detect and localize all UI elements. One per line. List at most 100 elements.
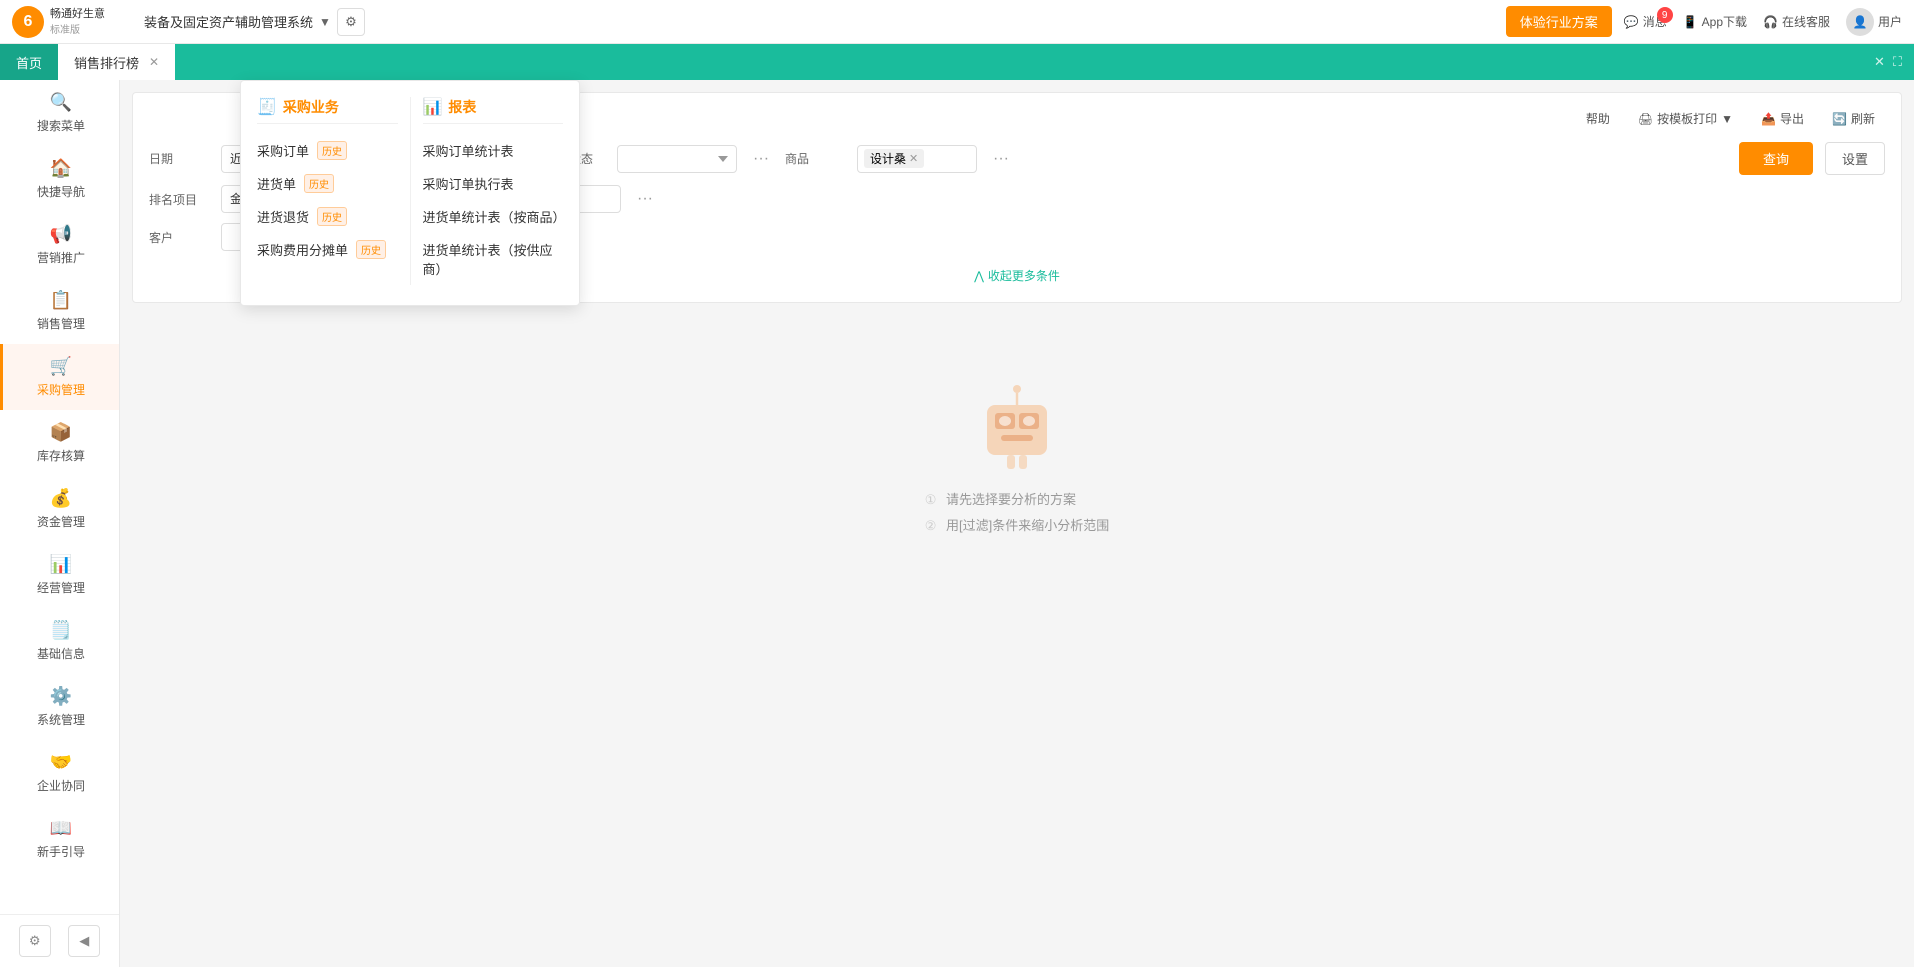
dropdown-item-return[interactable]: 进货退货 历史 <box>257 200 398 233</box>
purchase-col-icon: 🧾 <box>257 97 277 117</box>
message-icon: 💬 <box>1624 15 1639 29</box>
collapse-icon: ⋀ <box>974 269 984 283</box>
history-tag-1: 历史 <box>304 174 334 193</box>
dropdown-header: 🧾 采购业务 采购订单 历史 进货单 历史 进货退货 历史 <box>241 93 579 293</box>
sidebar-item-finance[interactable]: 💰 资金管理 <box>0 476 119 542</box>
industry-btn[interactable]: 体验行业方案 <box>1506 6 1612 37</box>
sidebar-item-inventory[interactable]: 📦 库存核算 <box>0 410 119 476</box>
query-btn[interactable]: 查询 <box>1739 142 1813 175</box>
goods-tag-input[interactable]: 设计桑 ✕ <box>857 145 977 173</box>
sidebar-item-sales[interactable]: 📋 销售管理 <box>0 278 119 344</box>
sidebar-item-basic-info[interactable]: 🗒️ 基础信息 <box>0 608 119 674</box>
sidebar-label-enterprise: 企业协同 <box>37 777 85 794</box>
sidebar-item-marketing[interactable]: 📢 营销推广 <box>0 212 119 278</box>
sidebar: 🔍 搜索菜单 🏠 快捷导航 📢 营销推广 📋 销售管理 🛒 采购管理 📦 库存核… <box>0 80 120 967</box>
logo-area: 6 畅通好生意 标准版 <box>12 6 132 38</box>
dropdown-item-purchase-order[interactable]: 采购订单 历史 <box>257 134 398 167</box>
empty-hint-2: ② 用[过滤]条件来缩小分析范围 <box>925 513 1110 539</box>
empty-state: ① 请先选择要分析的方案 ② 用[过滤]条件来缩小分析范围 <box>132 315 1902 599</box>
customer-label: 客户 <box>149 229 209 246</box>
empty-hint: ① 请先选择要分析的方案 ② 用[过滤]条件来缩小分析范围 <box>925 487 1110 539</box>
tabbar-right-icons: ✕ ⛶ <box>1874 54 1914 70</box>
refresh-icon: 🔄 <box>1832 112 1847 126</box>
salesperson-more-dots[interactable]: ··· <box>633 190 657 208</box>
messages-badge: 9 <box>1657 7 1673 23</box>
tab-close-icon[interactable]: ✕ <box>149 55 159 69</box>
logo-icon: 6 <box>12 6 44 38</box>
layout: 🔍 搜索菜单 🏠 快捷导航 📢 营销推广 📋 销售管理 🛒 采购管理 📦 库存核… <box>0 80 1914 967</box>
filter-settings-btn[interactable]: 设置 <box>1825 142 1885 175</box>
tab-home[interactable]: 首页 <box>0 44 58 80</box>
topbar: 6 畅通好生意 标准版 装备及固定资产辅助管理系统 ▼ ⚙ 体验行业方案 💬 消… <box>0 0 1914 44</box>
tab-expand-icon[interactable]: ⛶ <box>1893 54 1902 70</box>
goods-tag: 设计桑 ✕ <box>864 149 924 168</box>
tab-sales-rank[interactable]: 销售排行榜 ✕ <box>58 44 175 80</box>
report-col-title: 📊 报表 <box>423 97 564 124</box>
topbar-right: 💬 消息 9 📱 App下载 🎧 在线客服 👤 用户 <box>1624 8 1902 36</box>
goods-more-dots[interactable]: ··· <box>989 150 1013 168</box>
online-service-btn[interactable]: 🎧 在线客服 <box>1763 13 1830 30</box>
sidebar-label-sales: 销售管理 <box>37 315 85 332</box>
tab-home-label: 首页 <box>16 53 42 72</box>
guide-icon: 📖 <box>50 818 72 839</box>
sidebar-footer: ⚙ ◀ <box>0 914 119 967</box>
date-label: 日期 <box>149 150 209 167</box>
logo-text-block: 畅通好生意 标准版 <box>50 7 105 36</box>
operations-icon: 📊 <box>50 554 72 575</box>
user-area[interactable]: 👤 用户 <box>1846 8 1902 36</box>
sidebar-item-search[interactable]: 🔍 搜索菜单 <box>0 80 119 146</box>
dropdown-item-expense[interactable]: 采购费用分摊单 历史 <box>257 233 398 266</box>
dropdown-item-incoming[interactable]: 进货单 历史 <box>257 167 398 200</box>
empty-hint-1: ① 请先选择要分析的方案 <box>925 487 1110 513</box>
report-col-icon: 📊 <box>423 97 443 117</box>
goods-label: 商品 <box>785 150 845 167</box>
sidebar-label-operations: 经营管理 <box>37 579 85 596</box>
refresh-btn[interactable]: 🔄 刷新 <box>1822 105 1885 132</box>
dropdown-item-report-2[interactable]: 采购订单执行表 <box>423 167 564 200</box>
system-title-text: 装备及固定资产辅助管理系统 <box>144 12 313 31</box>
history-tag-0: 历史 <box>317 141 347 160</box>
empty-illustration <box>957 375 1077 475</box>
sidebar-item-guide[interactable]: 📖 新手引导 <box>0 806 119 872</box>
sidebar-label-marketing: 营销推广 <box>37 249 85 266</box>
system-icon: ⚙️ <box>50 686 72 707</box>
sidebar-item-operations[interactable]: 📊 经营管理 <box>0 542 119 608</box>
sidebar-item-system[interactable]: ⚙️ 系统管理 <box>0 674 119 740</box>
system-title-area: 装备及固定资产辅助管理系统 ▼ ⚙ <box>144 8 1494 36</box>
sidebar-item-purchase[interactable]: 🛒 采购管理 <box>0 344 119 410</box>
brand-name: 畅通好生意 <box>50 7 105 21</box>
brand-sub: 标准版 <box>50 21 105 36</box>
goods-tag-close[interactable]: ✕ <box>909 152 918 165</box>
print-dropdown-icon: ▼ <box>1721 112 1733 126</box>
voucher-status-select[interactable] <box>617 145 737 173</box>
print-btn[interactable]: 🖨 按模板打印 ▼ <box>1628 105 1743 132</box>
app-download-btn[interactable]: 📱 App下载 <box>1683 13 1747 30</box>
report-col: 📊 报表 采购订单统计表 采购订单执行表 进货单统计表（按商品） 进货单统计表（… <box>423 97 564 285</box>
home-icon: 🏠 <box>50 158 72 179</box>
system-dropdown-btn[interactable]: ▼ <box>319 15 331 29</box>
phone-icon: 📱 <box>1683 15 1698 29</box>
dropdown-item-report-3[interactable]: 进货单统计表（按商品） <box>423 200 564 233</box>
dropdown-item-report-1[interactable]: 采购订单统计表 <box>423 134 564 167</box>
main-content: 🧾 采购业务 采购订单 历史 进货单 历史 进货退货 历史 <box>120 80 1914 967</box>
purchase-dropdown-menu: 🧾 采购业务 采购订单 历史 进货单 历史 进货退货 历史 <box>240 80 580 306</box>
sidebar-item-quick-nav[interactable]: 🏠 快捷导航 <box>0 146 119 212</box>
sidebar-label-inventory: 库存核算 <box>37 447 85 464</box>
finance-icon: 💰 <box>50 488 72 509</box>
messages-btn[interactable]: 💬 消息 9 <box>1624 13 1667 30</box>
sidebar-label-guide: 新手引导 <box>37 843 85 860</box>
sidebar-label-basic-info: 基础信息 <box>37 645 85 662</box>
purchase-icon: 🛒 <box>50 356 72 377</box>
sidebar-collapse-btn[interactable]: ◀ <box>68 925 100 957</box>
dropdown-item-report-4[interactable]: 进货单统计表（按供应商） <box>423 233 564 285</box>
basic-info-icon: 🗒️ <box>50 620 72 641</box>
help-btn[interactable]: 帮助 <box>1576 105 1620 132</box>
status-more-dots[interactable]: ··· <box>749 150 773 168</box>
print-icon: 🖨 <box>1638 112 1653 126</box>
sidebar-item-enterprise[interactable]: 🤝 企业协同 <box>0 740 119 806</box>
sidebar-settings-btn[interactable]: ⚙ <box>19 925 51 957</box>
history-tag-3: 历史 <box>356 240 386 259</box>
settings-icon[interactable]: ⚙ <box>337 8 365 36</box>
export-btn[interactable]: 📤 导出 <box>1751 105 1814 132</box>
tab-close-all-icon[interactable]: ✕ <box>1874 54 1885 70</box>
